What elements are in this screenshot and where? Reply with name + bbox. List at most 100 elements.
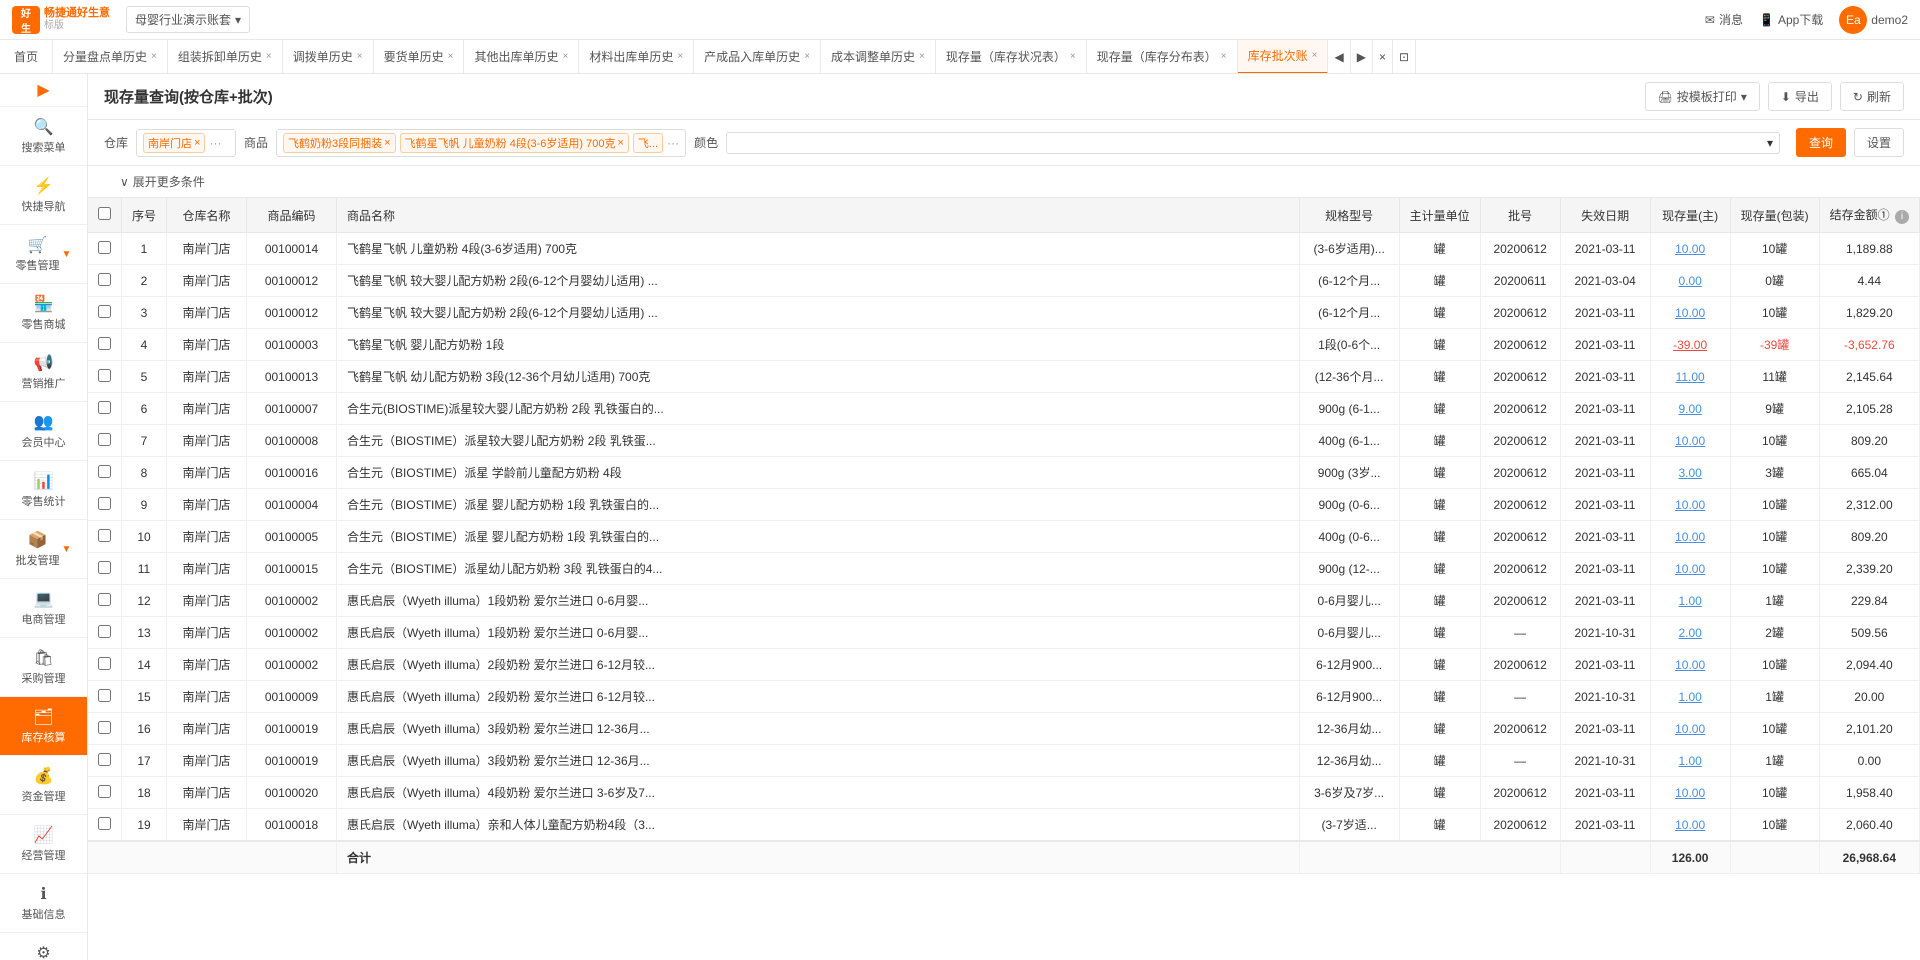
- row-checkbox[interactable]: [98, 689, 111, 702]
- row-checkbox[interactable]: [98, 273, 111, 286]
- row-check[interactable]: [88, 297, 122, 329]
- tab-material-out-history[interactable]: 材料出库单历史 ×: [579, 40, 694, 74]
- tag-close-icon[interactable]: ×: [194, 137, 200, 149]
- row-checkbox[interactable]: [98, 305, 111, 318]
- row-check[interactable]: [88, 521, 122, 553]
- product-filter[interactable]: 飞鹤奶粉3段同捆装 × 飞鹤星飞帆 儿童奶粉 4段(3-6岁适用) 700克 ×…: [276, 129, 686, 157]
- row-check[interactable]: [88, 777, 122, 809]
- row-stock-main[interactable]: -39.00: [1650, 329, 1730, 361]
- row-check[interactable]: [88, 681, 122, 713]
- row-stock-main[interactable]: 11.00: [1650, 361, 1730, 393]
- sidebar-item-wholesale-mgmt[interactable]: 📦 批发管理 ▼: [0, 520, 87, 579]
- row-checkbox[interactable]: [98, 785, 111, 798]
- row-check[interactable]: [88, 553, 122, 585]
- row-check[interactable]: [88, 457, 122, 489]
- tab-close-icon[interactable]: ×: [151, 51, 157, 62]
- row-stock-main[interactable]: 1.00: [1650, 585, 1730, 617]
- row-check[interactable]: [88, 361, 122, 393]
- tag-close-icon[interactable]: ×: [617, 137, 623, 149]
- row-checkbox[interactable]: [98, 753, 111, 766]
- row-check[interactable]: [88, 713, 122, 745]
- tab-close-icon[interactable]: ×: [1070, 51, 1076, 62]
- message-btn[interactable]: ✉ 消息: [1705, 11, 1743, 28]
- query-btn[interactable]: 查询: [1796, 128, 1846, 157]
- tab-stock-batch[interactable]: 库存批次账 ×: [1238, 40, 1329, 74]
- sidebar-item-marketing[interactable]: 📢 营销推广: [0, 343, 87, 402]
- row-stock-main[interactable]: 1.00: [1650, 681, 1730, 713]
- row-stock-main[interactable]: 9.00: [1650, 393, 1730, 425]
- select-all-checkbox[interactable]: [98, 207, 111, 220]
- row-stock-main[interactable]: 10.00: [1650, 521, 1730, 553]
- row-checkbox[interactable]: [98, 593, 111, 606]
- row-stock-main[interactable]: 10.00: [1650, 809, 1730, 842]
- sidebar-item-finance[interactable]: 💰 资金管理: [0, 756, 87, 815]
- row-stock-main[interactable]: 1.00: [1650, 745, 1730, 777]
- row-checkbox[interactable]: [98, 369, 111, 382]
- tab-next-btn[interactable]: ▶: [1351, 40, 1373, 74]
- row-stock-main[interactable]: 10.00: [1650, 777, 1730, 809]
- row-stock-main[interactable]: 2.00: [1650, 617, 1730, 649]
- sidebar-item-inventory[interactable]: 🗂 库存核算: [0, 697, 87, 756]
- row-checkbox[interactable]: [98, 529, 111, 542]
- tab-prev-btn[interactable]: ◀: [1328, 40, 1350, 74]
- tab-close-icon[interactable]: ×: [677, 51, 683, 62]
- warehouse-filter[interactable]: 南岸门店 × ···: [136, 129, 236, 157]
- row-stock-main[interactable]: 10.00: [1650, 489, 1730, 521]
- row-checkbox[interactable]: [98, 721, 111, 734]
- row-checkbox[interactable]: [98, 625, 111, 638]
- tab-expand-btn[interactable]: ⊡: [1393, 40, 1416, 74]
- row-checkbox[interactable]: [98, 401, 111, 414]
- tab-close-all-btn[interactable]: ×: [1373, 40, 1393, 74]
- row-check[interactable]: [88, 265, 122, 297]
- color-filter[interactable]: ▾: [726, 132, 1780, 154]
- sidebar-item-sys-mgmt[interactable]: ⚙ 系统管理: [0, 933, 87, 960]
- row-stock-main[interactable]: 10.00: [1650, 713, 1730, 745]
- row-check[interactable]: [88, 393, 122, 425]
- sidebar-item-purchase[interactable]: 🛍 采购管理: [0, 638, 87, 697]
- info-icon[interactable]: i: [1895, 210, 1909, 224]
- sidebar-item-retail-mgmt[interactable]: 🛒 零售管理 ▼: [0, 225, 87, 284]
- tab-close-icon[interactable]: ×: [357, 51, 363, 62]
- row-stock-main[interactable]: 10.00: [1650, 425, 1730, 457]
- tab-request-history[interactable]: 要货单历史 ×: [374, 40, 465, 74]
- sidebar-item-ecommerce[interactable]: 💻 电商管理: [0, 579, 87, 638]
- tab-home[interactable]: 首页: [0, 40, 53, 74]
- export-btn[interactable]: ⬇ 导出: [1768, 82, 1832, 111]
- sidebar-item-basic-info[interactable]: ℹ 基础信息: [0, 874, 87, 933]
- tab-other-out-history[interactable]: 其他出库单历史 ×: [464, 40, 579, 74]
- settings-btn[interactable]: 设置: [1854, 128, 1904, 157]
- row-check[interactable]: [88, 617, 122, 649]
- print-btn[interactable]: 🖨 按模板打印 ▾: [1645, 82, 1760, 111]
- expand-conditions-btn[interactable]: ∨ 展开更多条件: [112, 170, 213, 193]
- row-stock-main[interactable]: 10.00: [1650, 233, 1730, 265]
- row-stock-main[interactable]: 10.00: [1650, 297, 1730, 329]
- tag-close-icon[interactable]: ×: [384, 137, 390, 149]
- row-check[interactable]: [88, 489, 122, 521]
- row-check[interactable]: [88, 809, 122, 842]
- row-checkbox[interactable]: [98, 433, 111, 446]
- app-download-btn[interactable]: 📱 App下载: [1759, 11, 1823, 28]
- tab-close-icon[interactable]: ×: [804, 51, 810, 62]
- sidebar-item-search[interactable]: 🔍 搜索菜单: [0, 107, 87, 166]
- sidebar-item-retail-stats[interactable]: 📊 零售统计: [0, 461, 87, 520]
- tab-stock-status[interactable]: 现存量（库存状况表） ×: [936, 40, 1087, 74]
- row-checkbox[interactable]: [98, 241, 111, 254]
- tab-split-history[interactable]: 分量盘点单历史 ×: [53, 40, 168, 74]
- tab-disassemble-history[interactable]: 组装拆卸单历史 ×: [168, 40, 283, 74]
- row-check[interactable]: [88, 425, 122, 457]
- tab-close-icon[interactable]: ×: [448, 51, 454, 62]
- row-check[interactable]: [88, 585, 122, 617]
- tab-close-icon[interactable]: ×: [1221, 51, 1227, 62]
- tab-cost-adjust-history[interactable]: 成本调整单历史 ×: [821, 40, 936, 74]
- tab-adjust-history[interactable]: 调拨单历史 ×: [283, 40, 374, 74]
- sidebar-expand-btn[interactable]: ▶: [0, 74, 87, 107]
- tab-stock-dist[interactable]: 现存量（库存分布表） ×: [1087, 40, 1238, 74]
- row-checkbox[interactable]: [98, 497, 111, 510]
- sidebar-item-retail-shop[interactable]: 🏪 零售商城: [0, 284, 87, 343]
- sidebar-item-quick-nav[interactable]: ⚡ 快捷导航: [0, 166, 87, 225]
- tab-close-icon[interactable]: ×: [562, 51, 568, 62]
- row-stock-main[interactable]: 10.00: [1650, 649, 1730, 681]
- sidebar-item-biz-mgmt[interactable]: 📈 经营管理: [0, 815, 87, 874]
- row-check[interactable]: [88, 233, 122, 265]
- sidebar-item-member-center[interactable]: 👥 会员中心: [0, 402, 87, 461]
